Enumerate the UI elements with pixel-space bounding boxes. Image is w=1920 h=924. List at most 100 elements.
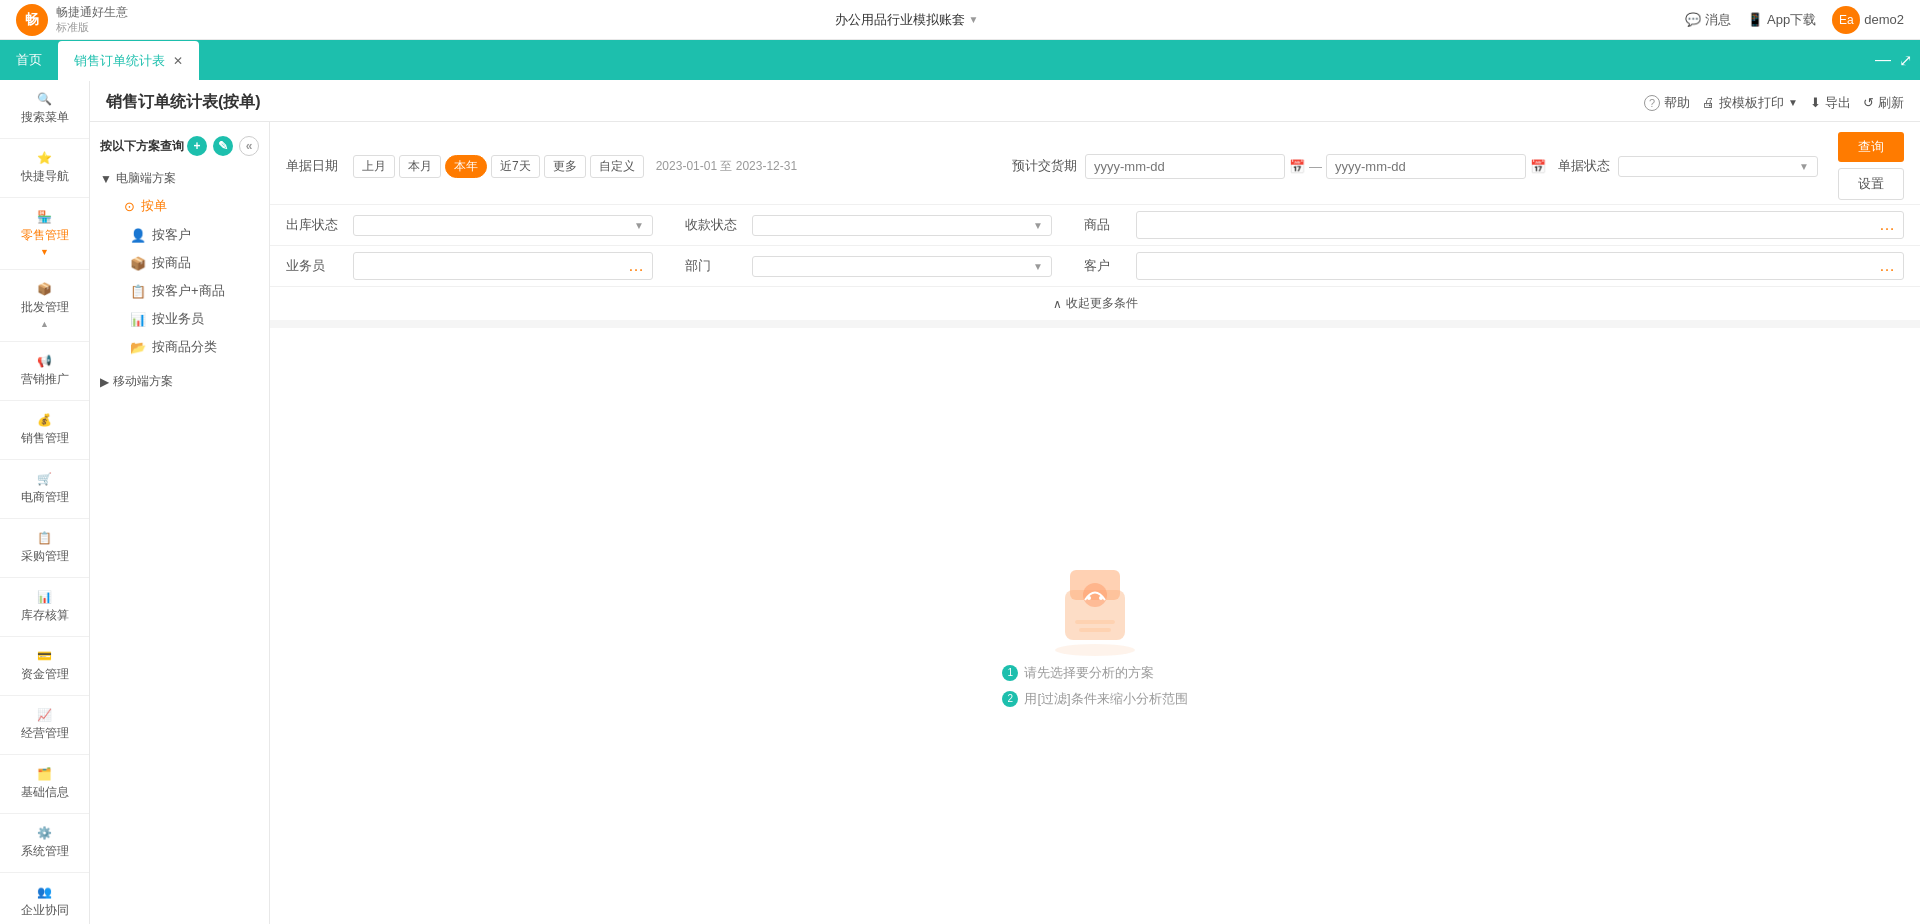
sidebar-item-operations[interactable]: 📈 经营管理 (0, 696, 89, 755)
goods-more-icon[interactable]: … (1879, 216, 1895, 234)
status-label: 单据状态 (1558, 157, 1610, 175)
pay-status-select[interactable]: ▼ (752, 215, 1052, 236)
message-btn[interactable]: 💬 消息 (1685, 11, 1731, 29)
tab-home[interactable]: 首页 (0, 40, 58, 80)
ship-status-arrow: ▼ (634, 220, 644, 231)
scheme-pc-title[interactable]: ▼ 电脑端方案 (100, 166, 259, 191)
sidebar-item-marketing[interactable]: 📢 营销推广 (0, 342, 89, 401)
date-filter-label: 单据日期 (286, 157, 341, 175)
tab-minimize-btn[interactable]: — (1875, 51, 1891, 69)
scheme-edit-btn[interactable]: ✎ (213, 136, 233, 156)
scheme-panel-title: 按以下方案查询 (100, 138, 184, 155)
tab-close-btn[interactable]: ✕ (173, 54, 183, 68)
department-arrow: ▼ (1033, 261, 1043, 272)
tabbar: 首页 销售订单统计表 ✕ — ⤢ (0, 40, 1920, 80)
app-download-label: App下载 (1767, 11, 1816, 29)
topbar-right: 💬 消息 📱 App下载 Ea demo2 (1685, 6, 1904, 34)
empty-state: 1 请先选择要分析的方案 2 用[过滤]条件来缩小分析范围 (270, 328, 1920, 924)
right-panel: 单据日期 上月 本月 本年 近7天 更多 自定义 2023-01-01 至 20… (270, 122, 1920, 924)
date-btn-this-month[interactable]: 本月 (399, 155, 441, 178)
date-btn-last-month[interactable]: 上月 (353, 155, 395, 178)
sidebar-basics-label: 基础信息 (21, 784, 69, 801)
goods-select[interactable]: … (1136, 211, 1904, 239)
department-select[interactable]: ▼ (752, 256, 1052, 277)
date-btn-more[interactable]: 更多 (544, 155, 586, 178)
status-select[interactable]: ▼ (1618, 156, 1818, 177)
mobile-section-arrow: ▶ (100, 375, 109, 389)
scheme-mobile-title[interactable]: ▶ 移动端方案 (100, 369, 259, 394)
page-selector-arrow: ▼ (969, 14, 979, 25)
scheme-by-goods[interactable]: 📦 按商品 (100, 249, 259, 277)
status-filter: 单据状态 ▼ (1558, 156, 1818, 177)
app-download-btn[interactable]: 📱 App下载 (1747, 11, 1816, 29)
goods-label: 商品 (1084, 216, 1124, 234)
sidebar-ecommerce-label: 电商管理 (21, 489, 69, 506)
username: demo2 (1864, 12, 1904, 27)
svg-point-3 (1083, 583, 1107, 607)
user-profile[interactable]: Ea demo2 (1832, 6, 1904, 34)
scheme-by-category[interactable]: 📂 按商品分类 (100, 333, 259, 361)
scheme-by-customer[interactable]: 👤 按客户 (100, 221, 259, 249)
topbar-left: 畅 畅捷通好生意 标准版 (16, 4, 128, 36)
tabbar-actions: — ⤢ (1875, 51, 1920, 70)
tab-maximize-btn[interactable]: ⤢ (1899, 51, 1912, 70)
scheme-by-customer-goods[interactable]: 📋 按客户+商品 (100, 277, 259, 305)
tab-sales-stat[interactable]: 销售订单统计表 ✕ (58, 41, 199, 81)
sidebar-item-wholesale[interactable]: 📦 批发管理 ▲ (0, 270, 89, 342)
delivery-date-start-input[interactable] (1085, 154, 1285, 179)
scheme-panel-actions: + ✎ « (187, 136, 259, 156)
collapse-btn[interactable]: ∧ 收起更多条件 (1053, 295, 1138, 312)
sidebar-item-inventory[interactable]: 📊 库存核算 (0, 578, 89, 637)
scheme-by-order[interactable]: ⊙ 按单 (100, 191, 259, 221)
sidebar-item-finance[interactable]: 💳 资金管理 (0, 637, 89, 696)
help-btn[interactable]: ? 帮助 (1644, 94, 1690, 112)
scheme-collapse-btn[interactable]: « (239, 136, 259, 156)
svg-point-0 (1055, 644, 1135, 656)
customer-more-icon[interactable]: … (1879, 257, 1895, 275)
scheme-by-salesman[interactable]: 📊 按业务员 (100, 305, 259, 333)
settings-btn[interactable]: 设置 (1838, 168, 1904, 200)
ship-status-select[interactable]: ▼ (353, 215, 653, 236)
salesman-more-icon[interactable]: … (628, 257, 644, 275)
pay-status-label: 收款状态 (685, 216, 740, 234)
date-btn-custom[interactable]: 自定义 (590, 155, 644, 178)
sidebar-quick-nav[interactable]: ⭐ 快捷导航 (0, 139, 89, 198)
query-btn[interactable]: 查询 (1838, 132, 1904, 162)
sidebar-item-retail[interactable]: 🏪 零售管理 ▼ (0, 198, 89, 270)
sidebar-item-purchase[interactable]: 📋 采购管理 (0, 519, 89, 578)
date-dash: — (1309, 159, 1322, 174)
svg-point-4 (1087, 596, 1091, 600)
sidebar-item-ecommerce[interactable]: 🛒 电商管理 (0, 460, 89, 519)
template-print-btn[interactable]: 🖨 按模板打印 ▼ (1702, 94, 1798, 112)
scheme-add-btn[interactable]: + (187, 136, 207, 156)
pc-section-label: 电脑端方案 (116, 170, 176, 187)
sidebar-item-basics[interactable]: 🗂️ 基础信息 (0, 755, 89, 814)
svg-point-5 (1099, 596, 1103, 600)
help-label: 帮助 (1664, 94, 1690, 112)
tip1-text: 请先选择要分析的方案 (1024, 660, 1154, 686)
filter-row-3: 业务员 … 部门 ▼ 客户 … (270, 245, 1920, 286)
system-icon: ⚙️ (37, 826, 52, 840)
sidebar-item-enterprise[interactable]: 👥 企业协同 (0, 873, 89, 924)
sidebar-search[interactable]: 🔍 搜索菜单 (0, 80, 89, 139)
sidebar-inventory-label: 库存核算 (21, 607, 69, 624)
customer-select[interactable]: … (1136, 252, 1904, 280)
sidebar-purchase-label: 采购管理 (21, 548, 69, 565)
avatar-text: Ea (1839, 13, 1854, 27)
page-selector-text: 办公用品行业模拟账套 (835, 11, 965, 29)
by-customer-label: 按客户 (152, 226, 191, 244)
topbar-center[interactable]: 办公用品行业模拟账套 ▼ (835, 11, 979, 29)
date-btn-this-year[interactable]: 本年 (445, 155, 487, 178)
export-btn[interactable]: ⬇ 导出 (1810, 94, 1851, 112)
delivery-date-end-input[interactable] (1326, 154, 1526, 179)
calendar-start-icon[interactable]: 📅 (1289, 159, 1305, 174)
enterprise-icon: 👥 (37, 885, 52, 899)
date-filter-btns: 上月 本月 本年 近7天 更多 自定义 (353, 155, 644, 178)
sidebar-item-system[interactable]: ⚙️ 系统管理 (0, 814, 89, 873)
calendar-end-icon[interactable]: 📅 (1530, 159, 1546, 174)
sidebar-item-sales[interactable]: 💰 销售管理 (0, 401, 89, 460)
date-btn-7days[interactable]: 近7天 (491, 155, 540, 178)
refresh-btn[interactable]: ↺ 刷新 (1863, 94, 1904, 112)
search-icon: 🔍 (37, 92, 52, 106)
salesman-select[interactable]: … (353, 252, 653, 280)
